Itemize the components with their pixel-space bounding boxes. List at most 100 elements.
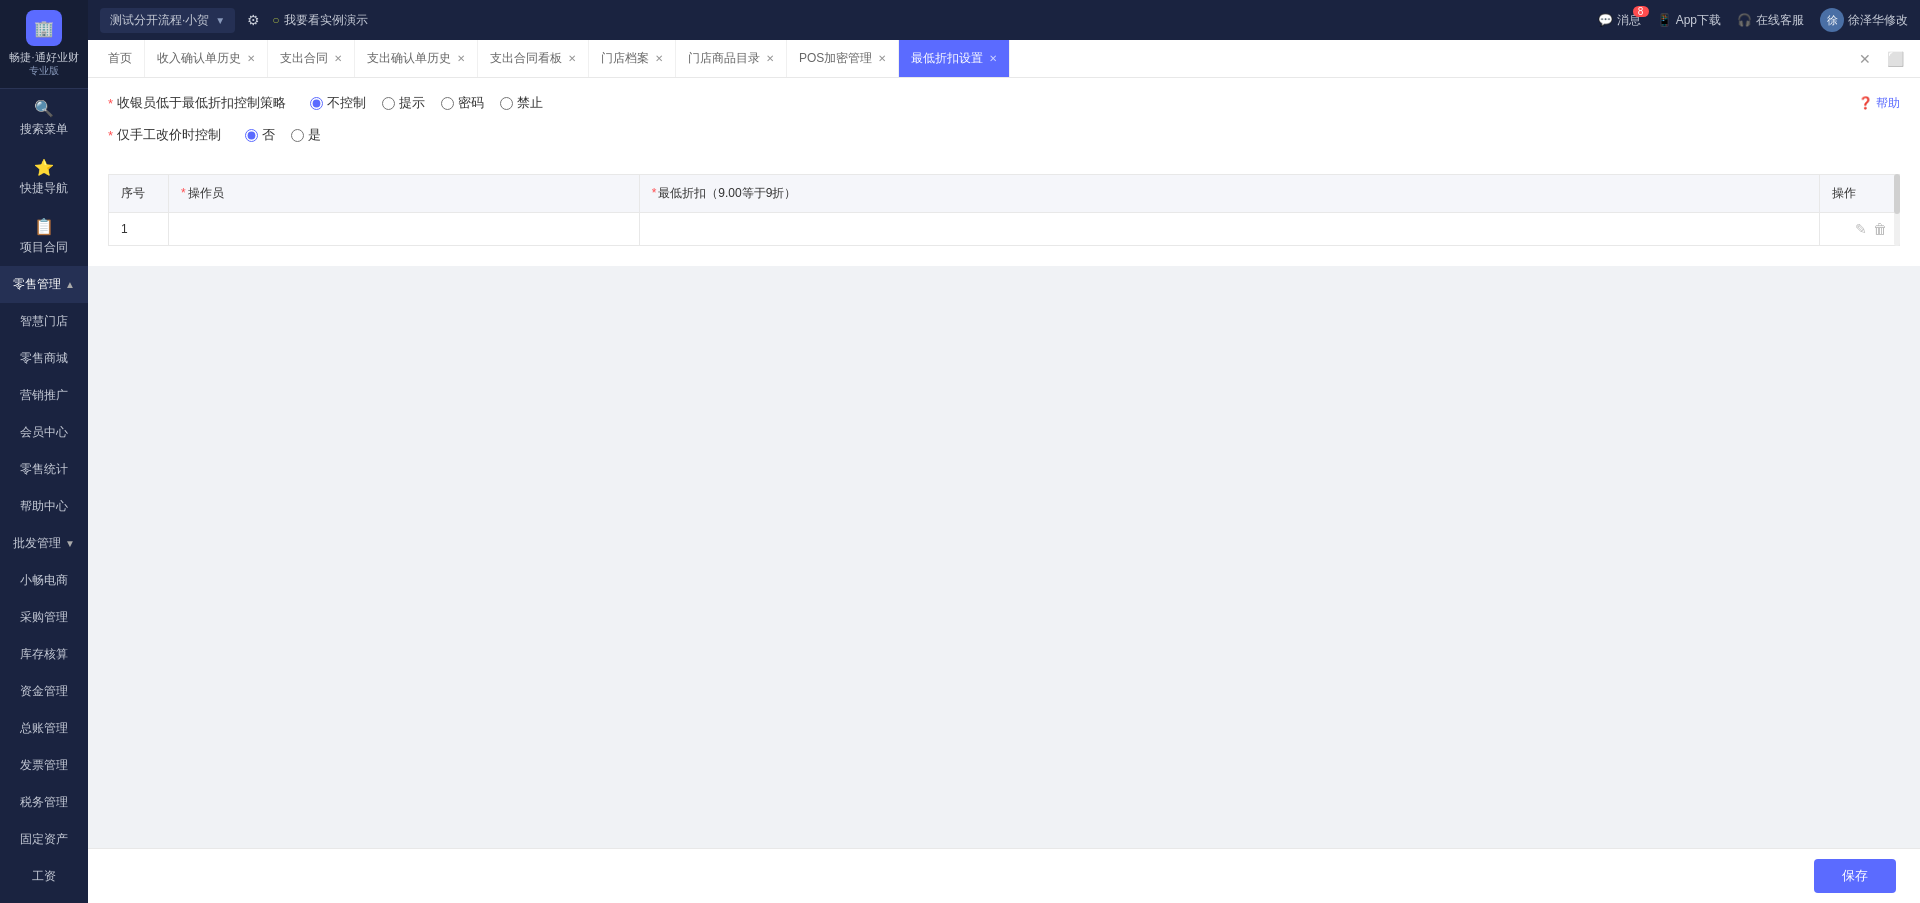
tab-pos-lock-close[interactable]: ✕ xyxy=(878,53,886,64)
sidebar-item-purchase-mgmt[interactable]: 采购管理 xyxy=(0,599,88,636)
discount-policy-row: * 收银员低于最低折扣控制策略 不控制 提示 密码 xyxy=(108,94,1900,112)
avatar: 徐 xyxy=(1820,8,1844,32)
tab-pos-lock[interactable]: POS加密管理 ✕ xyxy=(787,40,899,78)
option-hint[interactable]: 提示 xyxy=(382,94,425,112)
sidebar-item-funds-mgmt[interactable]: 资金管理 xyxy=(0,673,88,710)
sidebar-item-fixed-assets[interactable]: 固定资产 xyxy=(0,821,88,858)
tab-store-products[interactable]: 门店商品目录 ✕ xyxy=(676,40,787,78)
smart-store-label: 智慧门店 xyxy=(20,313,68,330)
content-area: * 收银员低于最低折扣控制策略 不控制 提示 密码 xyxy=(88,78,1920,903)
tab-pos-lock-label: POS加密管理 xyxy=(799,50,872,67)
required-marker: * xyxy=(108,96,113,111)
tax-mgmt-label: 税务管理 xyxy=(20,794,68,811)
tab-expense-board[interactable]: 支出合同看板 ✕ xyxy=(478,40,589,78)
option-no-control-label: 不控制 xyxy=(327,94,366,112)
tab-store-archive-close[interactable]: ✕ xyxy=(655,53,663,64)
user-profile-button[interactable]: 徐 徐泽华修改 xyxy=(1820,8,1908,32)
project-contract-icon: 📋 xyxy=(34,217,54,236)
tab-expense-contract[interactable]: 支出合同 ✕ xyxy=(268,40,355,78)
tab-store-archive-label: 门店档案 xyxy=(601,50,649,67)
sidebar-item-invoice-mgmt[interactable]: 发票管理 xyxy=(0,747,88,784)
app-download-icon: 📱 xyxy=(1657,13,1672,27)
tab-expense-board-label: 支出合同看板 xyxy=(490,50,562,67)
delete-icon[interactable]: 🗑 xyxy=(1873,221,1887,237)
topbar-settings-icon[interactable]: ⚙ xyxy=(247,12,260,28)
sidebar-item-search[interactable]: 🔍 搜索菜单 xyxy=(0,89,88,148)
save-button[interactable]: 保存 xyxy=(1814,859,1896,893)
messages-badge: 8 xyxy=(1633,6,1649,17)
close-tab-button[interactable]: ✕ xyxy=(1855,47,1875,71)
manual-control-row: * 仅手工改价时控制 否 是 xyxy=(108,126,1900,144)
help-link[interactable]: ❓ 帮助 xyxy=(1858,95,1900,112)
messages-button[interactable]: 💬 消息 8 xyxy=(1598,12,1641,29)
sidebar-item-project-contract[interactable]: 📋 项目合同 xyxy=(0,207,88,266)
user-name: 徐泽华修改 xyxy=(1848,12,1908,29)
member-center-label: 会员中心 xyxy=(20,424,68,441)
tab-expense-board-close[interactable]: ✕ xyxy=(568,53,576,64)
sidebar-item-retail-stats[interactable]: 零售统计 xyxy=(0,451,88,488)
radio-password[interactable] xyxy=(441,97,454,110)
project-selector[interactable]: 测试分开流程·小贺 ▼ xyxy=(100,8,235,33)
sidebar-item-smart-store[interactable]: 智慧门店 xyxy=(0,303,88,340)
radio-forbidden[interactable] xyxy=(500,97,513,110)
table-scrollbar-thumb xyxy=(1894,174,1900,214)
tab-expense-contract-close[interactable]: ✕ xyxy=(334,53,342,64)
tab-store-archive[interactable]: 门店档案 ✕ xyxy=(589,40,676,78)
action-icons: ✎ 🗑 xyxy=(1832,221,1887,237)
sidebar-item-tax-mgmt[interactable]: 税务管理 xyxy=(0,784,88,821)
tab-min-discount-close[interactable]: ✕ xyxy=(989,53,997,64)
sidebar-logo: 🏢 畅捷·通好业财 专业版 xyxy=(0,0,88,89)
option-password-label: 密码 xyxy=(458,94,484,112)
option-password[interactable]: 密码 xyxy=(441,94,484,112)
tab-income-history-close[interactable]: ✕ xyxy=(247,53,255,64)
manual-control-options: 否 是 xyxy=(245,126,321,144)
sidebar-item-ecommerce[interactable]: 小畅电商 xyxy=(0,562,88,599)
tab-income-history-label: 收入确认单历史 xyxy=(157,50,241,67)
search-nav-label: 搜索菜单 xyxy=(20,121,68,138)
tab-home[interactable]: 首页 xyxy=(96,40,145,78)
sidebar-item-help-center[interactable]: 帮助中心 xyxy=(0,488,88,525)
col-header-seq: 序号 xyxy=(109,175,169,213)
tab-min-discount-label: 最低折扣设置 xyxy=(911,50,983,67)
sidebar-item-retail-mall[interactable]: 零售商城 xyxy=(0,340,88,377)
cell-seq: 1 xyxy=(109,213,169,246)
tab-income-history[interactable]: 收入确认单历史 ✕ xyxy=(145,40,268,78)
option-no[interactable]: 否 xyxy=(245,126,275,144)
tab-min-discount[interactable]: 最低折扣设置 ✕ xyxy=(899,40,1010,78)
option-forbidden[interactable]: 禁止 xyxy=(500,94,543,112)
topbar: 测试分开流程·小贺 ▼ ⚙ ○ 我要看实例演示 💬 消息 8 📱 App下载 🎧… xyxy=(88,0,1920,40)
expand-tab-button[interactable]: ⬜ xyxy=(1883,47,1908,71)
tab-expense-confirm-history[interactable]: 支出确认单历史 ✕ xyxy=(355,40,478,78)
radio-no-control[interactable] xyxy=(310,97,323,110)
cell-operator xyxy=(169,213,640,246)
sidebar-item-accounting[interactable]: 总账管理 xyxy=(0,710,88,747)
settings-icon-button[interactable]: ⚙ xyxy=(0,895,88,903)
online-service-button[interactable]: 🎧 在线客服 xyxy=(1737,12,1804,29)
logo-icon: 🏢 xyxy=(26,10,62,46)
edit-icon[interactable]: ✎ xyxy=(1855,221,1867,237)
option-hint-label: 提示 xyxy=(399,94,425,112)
table-scrollbar[interactable] xyxy=(1894,174,1900,246)
sidebar-item-retail-mgmt[interactable]: 零售管理 ▲ xyxy=(0,266,88,303)
app-download-button[interactable]: 📱 App下载 xyxy=(1657,12,1721,29)
sidebar-item-quicknav[interactable]: ⭐ 快捷导航 xyxy=(0,148,88,207)
tab-expense-confirm-history-close[interactable]: ✕ xyxy=(457,53,465,64)
required-marker2: * xyxy=(108,128,113,143)
sidebar-item-member-center[interactable]: 会员中心 xyxy=(0,414,88,451)
sidebar-item-wholesale-mgmt[interactable]: 批发管理 ▼ xyxy=(0,525,88,562)
project-name: 测试分开流程·小贺 xyxy=(110,12,209,29)
sidebar-item-marketing[interactable]: 营销推广 xyxy=(0,377,88,414)
tab-store-products-close[interactable]: ✕ xyxy=(766,53,774,64)
radio-no[interactable] xyxy=(245,129,258,142)
demo-link[interactable]: ○ 我要看实例演示 xyxy=(272,12,367,29)
option-no-control[interactable]: 不控制 xyxy=(310,94,366,112)
edition-label: 专业版 xyxy=(29,64,59,78)
retail-mgmt-arrow: ▲ xyxy=(65,279,75,290)
sidebar-item-inventory[interactable]: 库存核算 xyxy=(0,636,88,673)
retail-mall-label: 零售商城 xyxy=(20,350,68,367)
retail-mgmt-label: 零售管理 xyxy=(13,276,61,293)
sidebar-item-payroll[interactable]: 工资 xyxy=(0,858,88,895)
radio-hint[interactable] xyxy=(382,97,395,110)
option-yes[interactable]: 是 xyxy=(291,126,321,144)
radio-yes[interactable] xyxy=(291,129,304,142)
